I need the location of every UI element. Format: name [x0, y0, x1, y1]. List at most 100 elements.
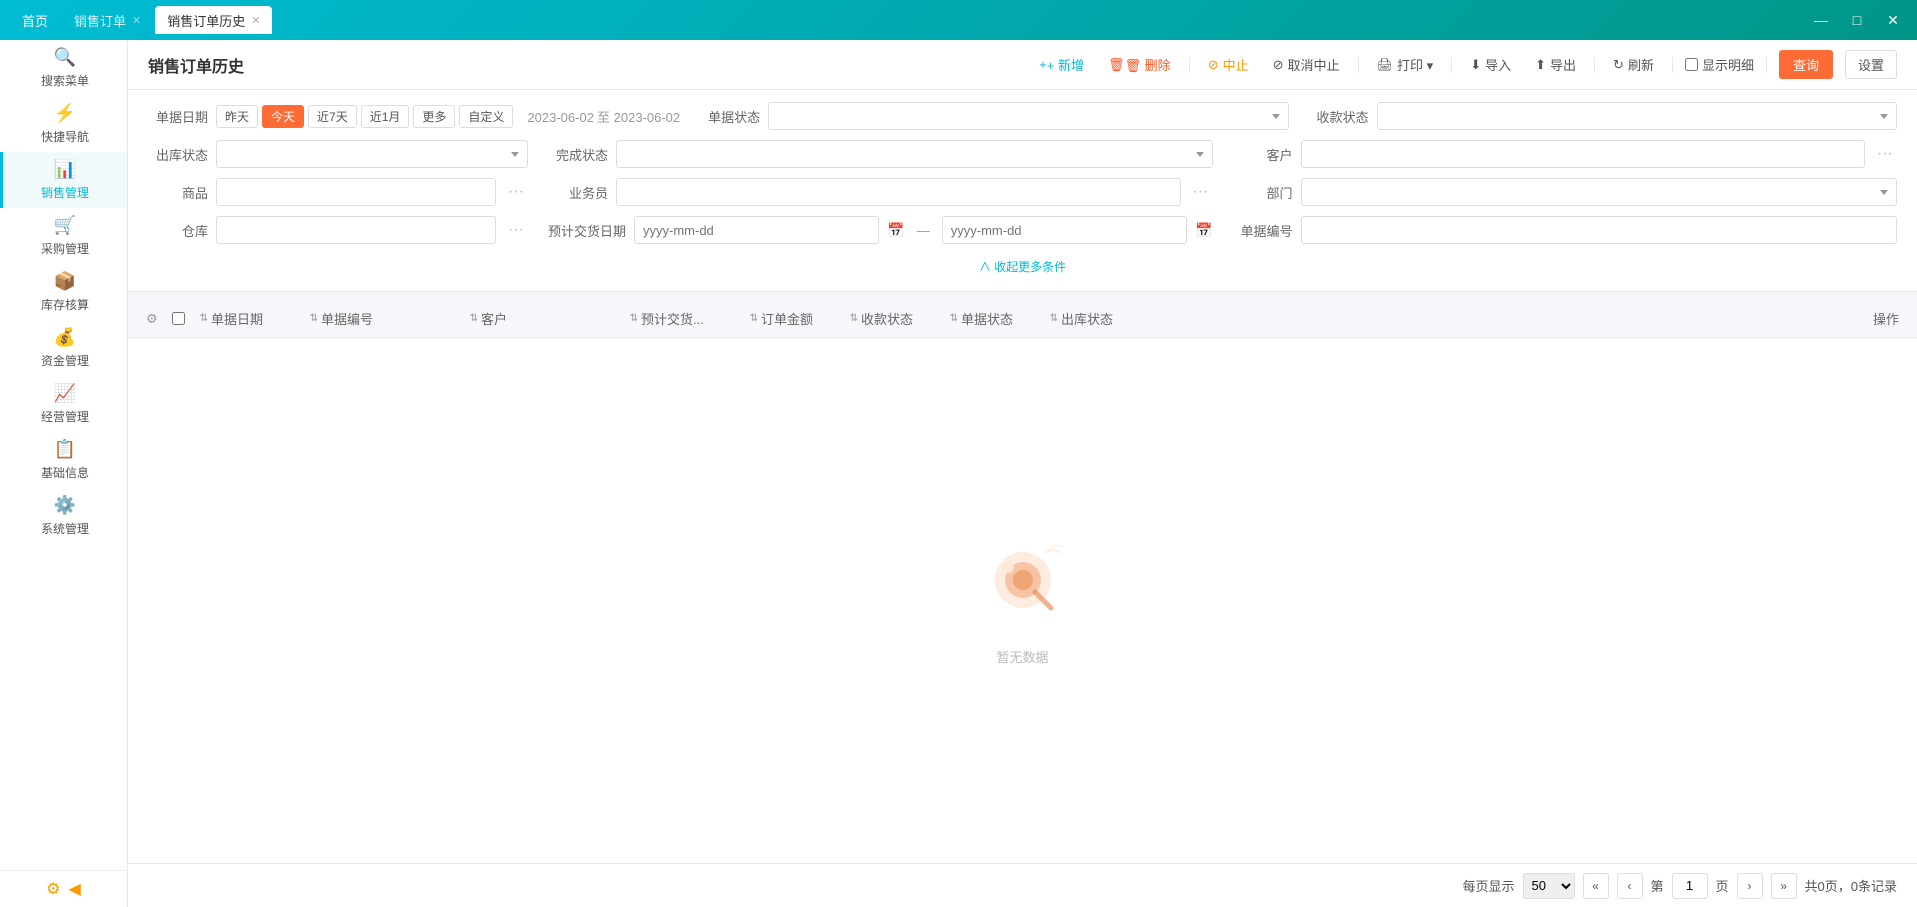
- sidebar-item-sales-label: 销售管理: [41, 184, 89, 201]
- sidebar-item-search[interactable]: 🔍 搜索菜单: [0, 40, 127, 96]
- dept-select[interactable]: [1301, 178, 1898, 206]
- close-window-button[interactable]: ✕: [1879, 6, 1907, 34]
- divider4: [1594, 57, 1595, 73]
- import-button[interactable]: ⬇ 导入: [1464, 52, 1517, 77]
- import-icon: ⬇: [1470, 57, 1481, 73]
- date-range-text: 2023-06-02 至 2023-06-02: [527, 107, 680, 126]
- bill-status-select[interactable]: [768, 102, 1288, 130]
- out-status-label: 出库状态: [148, 145, 208, 164]
- sort-date-icon[interactable]: ⇅: [200, 313, 208, 324]
- next-page-button[interactable]: ›: [1737, 873, 1763, 899]
- content-area: 销售订单历史 + + 新增 🗑 🗑 删除 ⊘ 中止 ⊘ 取消中止: [128, 40, 1917, 907]
- sidebar-item-finance[interactable]: 💰 资金管理: [0, 320, 127, 376]
- minimize-button[interactable]: —: [1807, 6, 1835, 34]
- page-title: 销售订单历史: [148, 53, 244, 77]
- out-status-select[interactable]: [216, 140, 528, 168]
- date-btn-1month[interactable]: 近1月: [361, 105, 410, 128]
- refresh-button[interactable]: ↻ 刷新: [1607, 52, 1660, 77]
- sidebar-item-base-label: 基础信息: [41, 464, 89, 481]
- table-area: ⚙ ⇅ 单据日期 ⇅ 单据编号 ⇅ 客户 ⇅ 预计交货.: [128, 300, 1917, 863]
- first-page-button[interactable]: «: [1583, 873, 1609, 899]
- complete-status-select[interactable]: [616, 140, 1213, 168]
- show-detail-checkbox[interactable]: 显示明细: [1685, 55, 1754, 74]
- tab-sales-order[interactable]: 销售订单 ✕: [62, 6, 153, 34]
- setting-button[interactable]: 设置: [1845, 50, 1897, 79]
- warehouse-input[interactable]: [216, 216, 496, 244]
- divider3: [1451, 57, 1452, 73]
- date-btn-7days[interactable]: 近7天: [308, 105, 357, 128]
- date-btn-custom[interactable]: 自定义: [459, 105, 513, 128]
- goods-dots-icon[interactable]: ···: [504, 183, 528, 201]
- current-page-input[interactable]: [1672, 873, 1708, 899]
- sidebar-item-quicknav[interactable]: ⚡ 快捷导航: [0, 96, 127, 152]
- col-date: ⇅ 单据日期: [194, 309, 304, 328]
- sidebar-item-operation[interactable]: 📈 经营管理: [0, 376, 127, 432]
- sidebar-item-system[interactable]: ⚙️ 系统管理: [0, 488, 127, 544]
- cancel-stop-button[interactable]: ⊘ 取消中止: [1267, 52, 1346, 77]
- checkbox-column[interactable]: [164, 312, 194, 325]
- expected-date-start-input[interactable]: [634, 216, 879, 244]
- bill-no-input[interactable]: [1301, 216, 1898, 244]
- print-button[interactable]: 🖨 打印 ▾: [1371, 52, 1440, 77]
- sidebar-item-search-label: 搜索菜单: [41, 72, 89, 89]
- sidebar-item-quicknav-label: 快捷导航: [41, 128, 89, 145]
- customer-input[interactable]: [1301, 140, 1866, 168]
- sidebar-item-inventory[interactable]: 📦 库存核算: [0, 264, 127, 320]
- calendar-start-icon[interactable]: 📅: [887, 222, 904, 239]
- complete-status-label: 完成状态: [548, 145, 608, 164]
- customer-dots-icon[interactable]: ···: [1873, 145, 1897, 163]
- pay-status-select[interactable]: [1377, 102, 1897, 130]
- tab-sales-order-close[interactable]: ✕: [132, 14, 141, 27]
- sales-person-input[interactable]: [616, 178, 1181, 206]
- expected-date-end-input[interactable]: [942, 216, 1187, 244]
- goods-input[interactable]: [216, 178, 496, 206]
- sidebar-item-finance-label: 资金管理: [41, 352, 89, 369]
- sidebar-collapse-icon[interactable]: ◀: [69, 879, 81, 899]
- settings-column-icon[interactable]: ⚙: [140, 311, 164, 327]
- warehouse-field: 仓库 ···: [148, 216, 528, 244]
- query-button[interactable]: 查询: [1779, 50, 1833, 79]
- sort-stock-status-icon[interactable]: ⇅: [1050, 313, 1058, 324]
- maximize-button[interactable]: □: [1843, 6, 1871, 34]
- show-detail-input[interactable]: [1685, 58, 1698, 71]
- sort-bill-status-icon[interactable]: ⇅: [950, 313, 958, 324]
- select-all-checkbox[interactable]: [172, 312, 185, 325]
- collapse-bar[interactable]: ∧ 收起更多条件: [148, 254, 1897, 279]
- sort-customer-icon[interactable]: ⇅: [470, 313, 478, 324]
- calendar-end-icon[interactable]: 📅: [1195, 222, 1212, 239]
- sidebar-settings-icon[interactable]: ⚙: [46, 879, 60, 899]
- delete-button[interactable]: 🗑 🗑 删除: [1102, 52, 1177, 77]
- bill-no-field: 单据编号: [1233, 216, 1898, 244]
- warehouse-label: 仓库: [148, 221, 208, 240]
- page-size-select[interactable]: 10 20 50 100: [1523, 873, 1575, 899]
- export-button[interactable]: ⬆ 导出: [1529, 52, 1582, 77]
- sidebar-item-purchase[interactable]: 🛒 采购管理: [0, 208, 127, 264]
- purchase-icon: 🛒: [54, 215, 76, 236]
- date-btn-yesterday[interactable]: 昨天: [216, 105, 258, 128]
- salesperson-dots-icon[interactable]: ···: [1189, 183, 1213, 201]
- warehouse-dots-icon[interactable]: ···: [504, 221, 528, 239]
- sidebar-item-sales[interactable]: 📊 销售管理: [0, 152, 127, 208]
- sidebar-item-base[interactable]: 📋 基础信息: [0, 432, 127, 488]
- tab-sales-order-history-close[interactable]: ✕: [251, 14, 260, 27]
- show-detail-label: 显示明细: [1702, 55, 1754, 74]
- stop-button[interactable]: ⊘ 中止: [1202, 52, 1255, 77]
- date-separator: —: [913, 223, 934, 238]
- delete-icon: 🗑: [1108, 57, 1125, 73]
- filter-row-1: 单据日期 昨天 今天 近7天 近1月 更多 自定义 2023-06-02 至: [148, 102, 1897, 130]
- tab-sales-order-history[interactable]: 销售订单历史 ✕: [155, 6, 272, 34]
- date-btn-today[interactable]: 今天: [262, 105, 304, 128]
- sort-amount-icon[interactable]: ⇅: [750, 313, 758, 324]
- tab-home[interactable]: 首页: [10, 6, 60, 34]
- sort-billno-icon[interactable]: ⇅: [310, 313, 318, 324]
- new-button[interactable]: + + 新增: [1033, 52, 1090, 77]
- top-bar-right: — □ ✕: [1807, 6, 1907, 34]
- goods-label: 商品: [148, 183, 208, 202]
- sort-pay-status-icon[interactable]: ⇅: [850, 313, 858, 324]
- last-page-button[interactable]: »: [1771, 873, 1797, 899]
- date-btn-more[interactable]: 更多: [413, 105, 455, 128]
- dept-label: 部门: [1233, 183, 1293, 202]
- bill-no-label: 单据编号: [1233, 221, 1293, 240]
- sort-expected-icon[interactable]: ⇅: [630, 313, 638, 324]
- prev-page-button[interactable]: ‹: [1617, 873, 1643, 899]
